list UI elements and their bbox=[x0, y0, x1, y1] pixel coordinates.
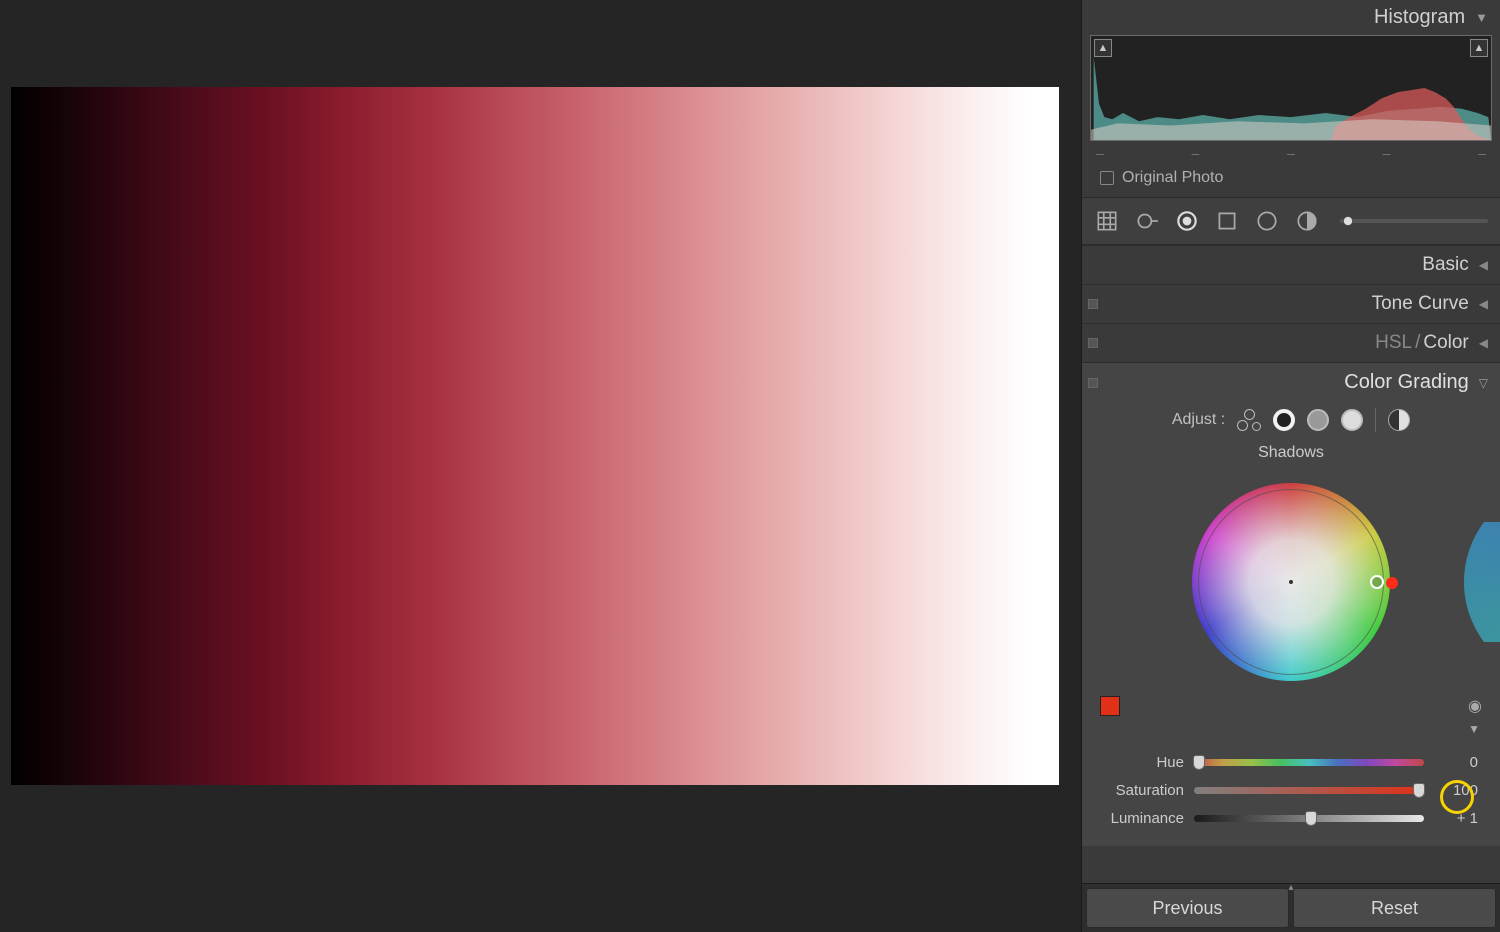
color-grading-panel: Color Grading ▽ Adjust : Shadows ◉ bbox=[1082, 362, 1500, 846]
wheel-handle-dot[interactable] bbox=[1386, 577, 1398, 589]
adjust-shadows-icon[interactable] bbox=[1273, 409, 1295, 431]
slider-thumb[interactable] bbox=[1305, 811, 1317, 826]
preview-image[interactable] bbox=[11, 87, 1059, 785]
adjust-three-way-icon[interactable] bbox=[1237, 409, 1261, 431]
saturation-slider[interactable] bbox=[1194, 787, 1424, 794]
chevron-left-icon: ◀ bbox=[1479, 258, 1488, 272]
histogram-panel: ▲ ▲ – – – – – Original Photo bbox=[1082, 35, 1500, 197]
hue-slider-row: Hue 0 bbox=[1104, 748, 1478, 776]
separator bbox=[1375, 408, 1376, 432]
eye-icon[interactable]: ◉ bbox=[1468, 696, 1482, 716]
chevron-down-icon: ▼ bbox=[1475, 10, 1488, 25]
panel-toggle-icon[interactable] bbox=[1088, 299, 1098, 309]
slider-label: Luminance bbox=[1104, 810, 1184, 827]
color-swatch[interactable] bbox=[1100, 696, 1120, 716]
chevron-left-icon: ◀ bbox=[1479, 297, 1488, 311]
grip-icon[interactable]: ▴ bbox=[1279, 882, 1303, 888]
hsl-color-panel-header[interactable]: HSL/Color ◀ bbox=[1082, 323, 1500, 362]
slider-value[interactable]: 0 bbox=[1434, 754, 1478, 771]
histogram-region-ticks: – – – – – bbox=[1090, 141, 1492, 161]
radial-tool-icon[interactable] bbox=[1254, 208, 1280, 234]
adjust-label: Adjust : bbox=[1172, 411, 1225, 429]
adjust-highlights-icon[interactable] bbox=[1341, 409, 1363, 431]
chevron-down-icon: ▽ bbox=[1479, 376, 1488, 390]
previous-button[interactable]: Previous bbox=[1086, 888, 1289, 928]
crop-tool-icon[interactable] bbox=[1094, 208, 1120, 234]
adjust-midtones-icon[interactable] bbox=[1307, 409, 1329, 431]
luminance-slider-row: Luminance + 1 bbox=[1104, 804, 1478, 832]
tool-size-slider[interactable] bbox=[1340, 219, 1488, 223]
adjust-row: Adjust : bbox=[1082, 402, 1500, 442]
next-wheel-peek[interactable] bbox=[1464, 522, 1500, 642]
reset-button[interactable]: Reset bbox=[1293, 888, 1496, 928]
color-wheel[interactable] bbox=[1192, 483, 1390, 681]
slider-value[interactable]: 100 bbox=[1434, 782, 1478, 799]
slider-thumb[interactable] bbox=[1193, 755, 1205, 770]
histogram-svg bbox=[1091, 36, 1491, 140]
mask-tool-icon[interactable] bbox=[1174, 208, 1200, 234]
adjust-global-icon[interactable] bbox=[1388, 409, 1410, 431]
panel-label: Color Grading bbox=[1344, 371, 1469, 394]
histogram-chart[interactable]: ▲ ▲ bbox=[1090, 35, 1492, 141]
luminance-slider[interactable] bbox=[1194, 815, 1424, 822]
canvas-area bbox=[0, 0, 1081, 932]
histogram-title: Histogram bbox=[1374, 6, 1465, 29]
panel-toggle-icon[interactable] bbox=[1088, 338, 1098, 348]
chevron-left-icon: ◀ bbox=[1479, 336, 1488, 350]
panel-label: Tone Curve bbox=[1372, 293, 1469, 315]
original-photo-row[interactable]: Original Photo bbox=[1090, 161, 1492, 197]
spot-tool-icon[interactable] bbox=[1134, 208, 1160, 234]
slider-label: Saturation bbox=[1104, 782, 1184, 799]
slider-thumb[interactable] bbox=[1413, 783, 1425, 798]
wheel-handle-ring[interactable] bbox=[1370, 575, 1384, 589]
slider-value[interactable]: + 1 bbox=[1434, 810, 1478, 827]
color-wheel-zone bbox=[1082, 472, 1500, 692]
wheel-controls-row: ◉ bbox=[1082, 692, 1500, 716]
saturation-slider-row: Saturation 100 bbox=[1104, 776, 1478, 804]
checkbox-icon[interactable] bbox=[1100, 171, 1114, 185]
panel-toggle-icon[interactable] bbox=[1088, 378, 1098, 388]
develop-sidebar: Histogram ▼ ▲ ▲ – – – – – Original P bbox=[1081, 0, 1500, 932]
slider-label: Hue bbox=[1104, 754, 1184, 771]
brush-tool-icon[interactable] bbox=[1294, 208, 1320, 234]
panel-label: HSL/Color bbox=[1375, 332, 1469, 354]
color-grading-header[interactable]: Color Grading ▽ bbox=[1082, 363, 1500, 402]
hue-slider[interactable] bbox=[1194, 759, 1424, 766]
footer-buttons: ▴ Previous Reset bbox=[1082, 883, 1500, 932]
basic-panel-header[interactable]: Basic ◀ bbox=[1082, 245, 1500, 284]
tone-curve-panel-header[interactable]: Tone Curve ◀ bbox=[1082, 284, 1500, 323]
sliders: Hue 0 Saturation 100 Luminance + 1 bbox=[1082, 742, 1500, 832]
color-grading-mode-label: Shadows bbox=[1082, 442, 1500, 472]
chevron-down-icon[interactable]: ▼ bbox=[1468, 722, 1480, 736]
redeye-tool-icon[interactable] bbox=[1214, 208, 1240, 234]
original-photo-label: Original Photo bbox=[1122, 169, 1223, 187]
panel-label: Basic bbox=[1422, 254, 1468, 276]
histogram-header[interactable]: Histogram ▼ bbox=[1082, 0, 1500, 35]
local-tools-strip bbox=[1082, 197, 1500, 245]
wheel-center-dot bbox=[1289, 580, 1293, 584]
